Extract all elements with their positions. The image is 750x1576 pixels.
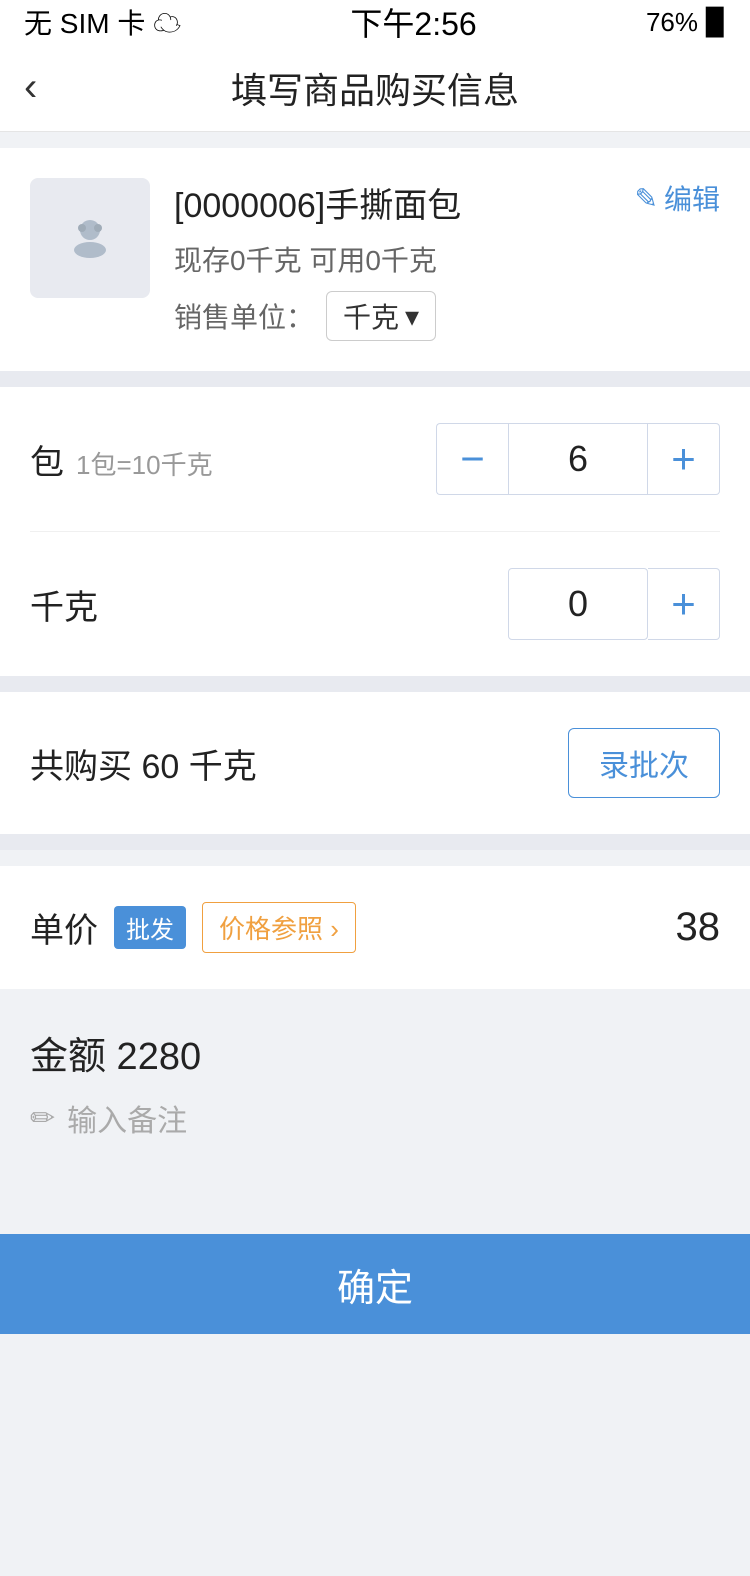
batch-button[interactable]: 录批次: [568, 728, 720, 798]
page-title: 填写商品购买信息: [231, 62, 519, 114]
battery-text: 76%: [646, 7, 698, 38]
battery-icon: ▉: [706, 7, 726, 38]
remark-row[interactable]: ✏ 输入备注: [30, 1096, 720, 1140]
bao-qty-input[interactable]: [508, 423, 648, 495]
edit-label: 编辑: [664, 178, 720, 218]
unit-dropdown-icon: ▾: [405, 300, 419, 333]
kg-label: 千克: [30, 580, 98, 629]
product-unit-row: 销售单位： 千克 ▾: [174, 291, 720, 341]
divider-2: [0, 676, 750, 692]
bao-label-text: 包: [30, 435, 64, 484]
bao-sublabel: 1包=10千克: [76, 445, 213, 482]
bao-decrement-button[interactable]: −: [436, 423, 508, 495]
kg-increment-button[interactable]: +: [648, 568, 720, 640]
bao-label: 包 1包=10千克: [30, 435, 213, 484]
nav-bar: ‹ 填写商品购买信息: [0, 44, 750, 132]
pencil-icon: ✏: [30, 1101, 55, 1136]
price-row: 单价 批发 价格参照 › 38: [30, 902, 720, 953]
total-row: 共购买 60 千克 录批次: [0, 692, 750, 834]
price-ref-label: 价格参照 ›: [219, 909, 339, 946]
product-thumbnail-icon: [60, 208, 120, 268]
status-time: 下午2:56: [350, 0, 476, 45]
product-image: [30, 178, 150, 298]
price-label: 单价: [30, 903, 98, 952]
edit-icon: ✎: [635, 182, 658, 215]
kg-qty-control: +: [508, 568, 720, 640]
unit-select[interactable]: 千克 ▾: [326, 291, 436, 341]
kg-label-text: 千克: [30, 580, 98, 629]
back-button[interactable]: ‹: [24, 65, 37, 110]
confirm-button[interactable]: 确定: [0, 1234, 750, 1334]
unit-value: 千克: [343, 296, 399, 336]
price-section: 单价 批发 价格参照 › 38: [0, 866, 750, 989]
divider-1: [0, 371, 750, 387]
remark-placeholder: 输入备注: [67, 1096, 187, 1140]
bao-increment-button[interactable]: +: [648, 423, 720, 495]
status-bar: 无 SIM 卡 ☁ 下午2:56 76% ▉: [0, 0, 750, 44]
product-card: [0000006]手撕面包 现存0千克 可用0千克 销售单位： 千克 ▾ ✎ 编…: [0, 148, 750, 371]
status-right: 76% ▉: [646, 7, 726, 38]
price-value: 38: [676, 905, 721, 950]
kg-row: 千克 +: [30, 532, 720, 676]
amount-label: 金额 2280: [30, 1025, 720, 1080]
amount-section: 金额 2280 ✏ 输入备注: [0, 989, 750, 1176]
edit-button[interactable]: ✎ 编辑: [635, 178, 720, 218]
signal-text: 无 SIM 卡 ☁: [24, 2, 181, 42]
product-stock: 现存0千克 可用0千克: [174, 239, 720, 279]
bao-qty-control: − +: [436, 423, 720, 495]
status-left: 无 SIM 卡 ☁: [24, 2, 181, 42]
bao-row: 包 1包=10千克 − +: [30, 387, 720, 532]
kg-qty-input[interactable]: [508, 568, 648, 640]
divider-3: [0, 834, 750, 850]
price-ref-button[interactable]: 价格参照 ›: [202, 902, 356, 953]
total-label: 共购买 60 千克: [30, 739, 257, 788]
price-tag: 批发: [114, 906, 186, 949]
unit-label: 销售单位：: [174, 296, 314, 336]
quantity-section: 包 1包=10千克 − + 千克 +: [0, 387, 750, 676]
